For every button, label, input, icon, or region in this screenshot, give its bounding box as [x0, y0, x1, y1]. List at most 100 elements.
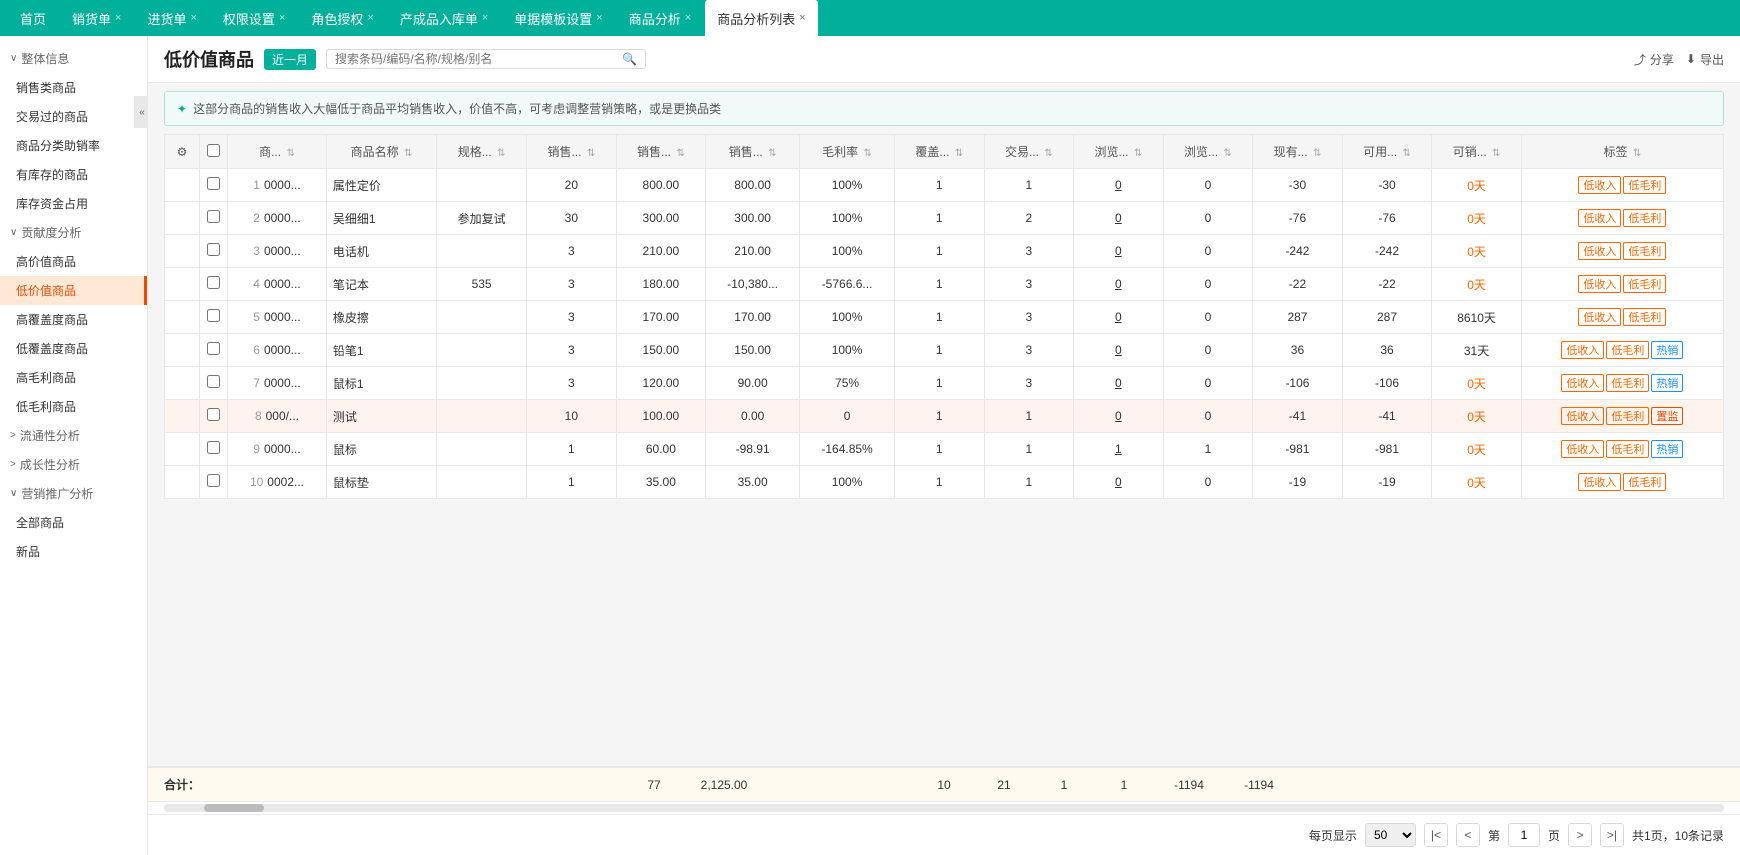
browse-link[interactable]: 0	[1115, 343, 1122, 357]
sidebar-section-overall[interactable]: ∨ 整体信息	[0, 44, 147, 73]
col-sale-profit[interactable]: 销售... ⇅	[706, 135, 800, 169]
sidebar-item-high-value[interactable]: 高价值商品	[0, 247, 147, 276]
sidebar-item-all-products[interactable]: 全部商品	[0, 508, 147, 537]
row-checkbox[interactable]	[207, 375, 220, 388]
row-checkbox[interactable]	[207, 342, 220, 355]
nav-product-analysis[interactable]: 商品分析 ×	[617, 0, 703, 36]
sidebar-collapse-btn[interactable]: «	[134, 96, 148, 128]
browse-link[interactable]: 0	[1115, 409, 1122, 423]
browse-link[interactable]: 1	[1115, 442, 1122, 456]
browse-link[interactable]: 0	[1115, 475, 1122, 489]
browse-link[interactable]: 0	[1115, 277, 1122, 291]
col-spec[interactable]: 规格... ⇅	[437, 135, 527, 169]
close-icon[interactable]: ×	[596, 12, 602, 24]
col-current[interactable]: 现有... ⇅	[1253, 135, 1343, 169]
time-filter-btn[interactable]: 近一月	[264, 49, 316, 70]
row-checkbox[interactable]	[207, 408, 220, 421]
col-gross-rate[interactable]: 毛利率 ⇅	[800, 135, 895, 169]
nav-home[interactable]: 首页	[8, 0, 58, 36]
browse-link[interactable]: 0	[1115, 178, 1122, 192]
col-sale-qty[interactable]: 销售... ⇅	[527, 135, 617, 169]
next-page-btn[interactable]: >	[1568, 823, 1592, 847]
close-icon[interactable]: ×	[685, 12, 691, 24]
cell-checkbox[interactable]	[200, 235, 228, 268]
row-checkbox[interactable]	[207, 276, 220, 289]
col-trade[interactable]: 交易... ⇅	[984, 135, 1074, 169]
close-icon[interactable]: ×	[190, 12, 196, 24]
col-browse2[interactable]: 浏览... ⇅	[1163, 135, 1253, 169]
col-sale-amount[interactable]: 销售... ⇅	[616, 135, 706, 169]
first-page-btn[interactable]: |<	[1424, 823, 1448, 847]
col-coverage[interactable]: 覆盖... ⇅	[895, 135, 985, 169]
per-page-select[interactable]: 50 10 20 100	[1365, 823, 1416, 847]
total-trade: 21	[974, 778, 1034, 792]
cell-checkbox[interactable]	[200, 169, 228, 202]
sidebar: « ∨ 整体信息 销售类商品 交易过的商品 商品分类助销率 有库存的商品 库存资…	[0, 36, 148, 855]
sidebar-item-category-rate[interactable]: 商品分类助销率	[0, 131, 147, 160]
cell-coverage: 1	[895, 235, 985, 268]
nav-product-analysis-list[interactable]: 商品分析列表 ×	[705, 0, 817, 36]
search-input[interactable]	[335, 52, 618, 66]
row-checkbox[interactable]	[207, 309, 220, 322]
cell-checkbox[interactable]	[200, 433, 228, 466]
col-code[interactable]: 商... ⇅	[228, 135, 327, 169]
share-btn[interactable]: ⤴ 分享	[1634, 51, 1674, 68]
col-settings[interactable]: ⚙	[165, 135, 200, 169]
search-icon[interactable]: 🔍	[622, 52, 637, 66]
col-available[interactable]: 可用... ⇅	[1342, 135, 1432, 169]
cell-checkbox[interactable]	[200, 367, 228, 400]
sidebar-item-high-profit[interactable]: 高毛利商品	[0, 363, 147, 392]
row-checkbox[interactable]	[207, 243, 220, 256]
col-name[interactable]: 商品名称 ⇅	[326, 135, 436, 169]
sidebar-item-instock-products[interactable]: 有库存的商品	[0, 160, 147, 189]
close-icon[interactable]: ×	[115, 12, 121, 24]
arrow-icon: ∨	[10, 53, 17, 64]
prev-page-btn[interactable]: <	[1456, 823, 1480, 847]
browse-link[interactable]: 0	[1115, 244, 1122, 258]
select-all-checkbox[interactable]	[207, 144, 220, 157]
browse-link[interactable]: 0	[1115, 211, 1122, 225]
sidebar-item-low-profit[interactable]: 低毛利商品	[0, 392, 147, 421]
sidebar-item-stock-funds[interactable]: 库存资金占用	[0, 189, 147, 218]
export-btn[interactable]: ⬇ 导出	[1686, 51, 1724, 68]
last-page-btn[interactable]: >|	[1600, 823, 1624, 847]
sidebar-item-low-value[interactable]: 低价值商品	[0, 276, 147, 305]
nav-permissions[interactable]: 权限设置 ×	[211, 0, 297, 36]
row-checkbox[interactable]	[207, 474, 220, 487]
close-icon[interactable]: ×	[799, 12, 805, 24]
nav-product-inbound[interactable]: 产成品入库单 ×	[388, 0, 500, 36]
row-checkbox[interactable]	[207, 210, 220, 223]
cell-coverage: 1	[895, 202, 985, 235]
nav-template-settings[interactable]: 单据模板设置 ×	[502, 0, 614, 36]
sidebar-section-growth[interactable]: > 成长性分析	[0, 450, 147, 479]
row-checkbox[interactable]	[207, 177, 220, 190]
cell-checkbox[interactable]	[200, 334, 228, 367]
cell-checkbox[interactable]	[200, 202, 228, 235]
col-checkbox[interactable]	[200, 135, 228, 169]
nav-sales-order[interactable]: 销货单 ×	[60, 0, 133, 36]
nav-purchase-order[interactable]: 进货单 ×	[135, 0, 208, 36]
cell-checkbox[interactable]	[200, 400, 228, 433]
browse-link[interactable]: 0	[1115, 310, 1122, 324]
sidebar-item-traded-products[interactable]: 交易过的商品	[0, 102, 147, 131]
col-sellable[interactable]: 可销... ⇅	[1432, 135, 1522, 169]
col-tags[interactable]: 标签 ⇅	[1521, 135, 1723, 169]
sidebar-item-sales-products[interactable]: 销售类商品	[0, 73, 147, 102]
sidebar-item-high-coverage[interactable]: 高覆盖度商品	[0, 305, 147, 334]
close-icon[interactable]: ×	[367, 12, 373, 24]
sidebar-section-contribution[interactable]: ∨ 贡献度分析	[0, 218, 147, 247]
browse-link[interactable]: 0	[1115, 376, 1122, 390]
col-browse1[interactable]: 浏览... ⇅	[1074, 135, 1164, 169]
page-input[interactable]	[1508, 823, 1540, 847]
cell-checkbox[interactable]	[200, 466, 228, 499]
row-checkbox[interactable]	[207, 441, 220, 454]
sidebar-section-circulation[interactable]: > 流通性分析	[0, 421, 147, 450]
cell-checkbox[interactable]	[200, 301, 228, 334]
sidebar-item-new-products[interactable]: 新品	[0, 537, 147, 566]
close-icon[interactable]: ×	[279, 12, 285, 24]
nav-role-auth[interactable]: 角色授权 ×	[299, 0, 385, 36]
sidebar-section-marketing[interactable]: ∨ 营销推广分析	[0, 479, 147, 508]
sidebar-item-low-coverage[interactable]: 低覆盖度商品	[0, 334, 147, 363]
close-icon[interactable]: ×	[482, 12, 488, 24]
cell-checkbox[interactable]	[200, 268, 228, 301]
